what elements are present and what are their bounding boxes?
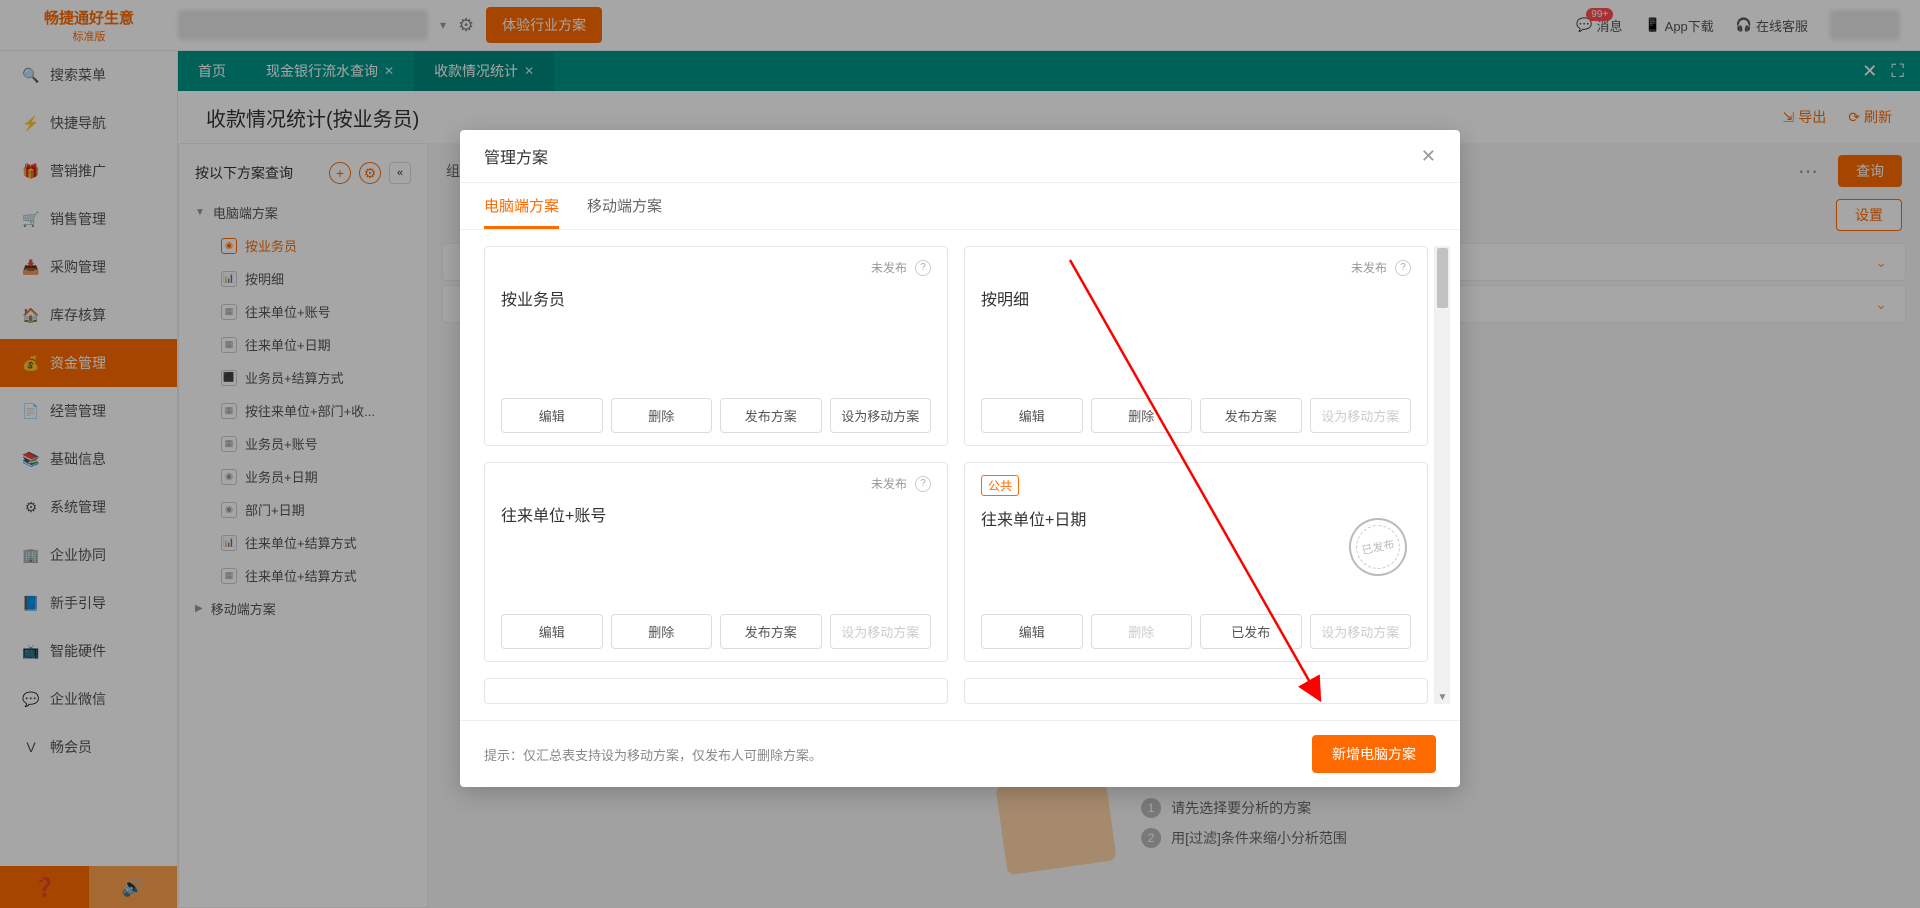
modal-footer: 提示：仅汇总表支持设为移动方案，仅发布人可删除方案。 新增电脑方案 — [460, 720, 1460, 787]
scroll-thumb[interactable] — [1437, 248, 1448, 308]
help-icon[interactable]: ? — [915, 260, 931, 276]
scheme-card-peek — [484, 678, 948, 704]
add-desktop-scheme-button[interactable]: 新增电脑方案 — [1312, 735, 1436, 773]
scheme-card-3: 公共往来单位+日期已发布编辑删除已发布设为移动方案 — [964, 462, 1428, 662]
scheme-card-grid: 未发布?按业务员编辑删除发布方案设为移动方案未发布?按明细编辑删除发布方案设为移… — [484, 246, 1434, 704]
card-setmobile-button: 设为移动方案 — [1310, 398, 1412, 433]
public-tag: 公共 — [981, 475, 1019, 496]
modal-tab-desktop[interactable]: 电脑端方案 — [484, 195, 559, 229]
card-edit-button[interactable]: 编辑 — [501, 614, 603, 649]
scheme-name: 按明细 — [981, 286, 1411, 398]
card-edit-button[interactable]: 编辑 — [981, 398, 1083, 433]
card-publish-button[interactable]: 已发布 — [1200, 614, 1302, 649]
status-tag: 未发布 — [1351, 259, 1387, 276]
modal-scrollbar[interactable]: ▲ ▼ — [1434, 246, 1450, 704]
card-publish-button[interactable]: 发布方案 — [720, 614, 822, 649]
card-delete-button[interactable]: 删除 — [1091, 398, 1193, 433]
help-icon[interactable]: ? — [1395, 260, 1411, 276]
scheme-card-2: 未发布? 往来单位+账号编辑删除发布方案设为移动方案 — [484, 462, 948, 662]
card-publish-button[interactable]: 发布方案 — [1200, 398, 1302, 433]
modal-title: 管理方案 — [484, 144, 1421, 168]
scheme-card-0: 未发布? 按业务员编辑删除发布方案设为移动方案 — [484, 246, 948, 446]
status-tag: 未发布 — [871, 259, 907, 276]
status-tag: 未发布 — [871, 475, 907, 492]
manage-scheme-modal: 管理方案 ✕ 电脑端方案 移动端方案 未发布?按业务员编辑删除发布方案设为移动方… — [460, 130, 1460, 787]
scheme-name: 往来单位+日期 — [981, 506, 1411, 614]
card-delete-button[interactable]: 删除 — [611, 614, 713, 649]
scheme-name: 按业务员 — [501, 286, 931, 398]
modal-body: 未发布?按业务员编辑删除发布方案设为移动方案未发布?按明细编辑删除发布方案设为移… — [460, 230, 1460, 720]
card-delete-button[interactable]: 删除 — [611, 398, 713, 433]
scheme-card-1: 未发布? 按明细编辑删除发布方案设为移动方案 — [964, 246, 1428, 446]
card-setmobile-button: 设为移动方案 — [830, 614, 932, 649]
modal-header: 管理方案 ✕ — [460, 130, 1460, 183]
scroll-down-icon[interactable]: ▼ — [1435, 690, 1450, 704]
modal-tabs: 电脑端方案 移动端方案 — [460, 183, 1460, 230]
modal-close-icon[interactable]: ✕ — [1421, 146, 1436, 167]
card-delete-button: 删除 — [1091, 614, 1193, 649]
modal-footer-hint: 提示：仅汇总表支持设为移动方案，仅发布人可删除方案。 — [484, 745, 1312, 764]
card-publish-button[interactable]: 发布方案 — [720, 398, 822, 433]
modal-tab-mobile[interactable]: 移动端方案 — [587, 195, 662, 229]
scheme-card-peek — [964, 678, 1428, 704]
card-edit-button[interactable]: 编辑 — [981, 614, 1083, 649]
card-setmobile-button[interactable]: 设为移动方案 — [830, 398, 932, 433]
card-edit-button[interactable]: 编辑 — [501, 398, 603, 433]
scheme-name: 往来单位+账号 — [501, 502, 931, 614]
card-setmobile-button: 设为移动方案 — [1310, 614, 1412, 649]
help-icon[interactable]: ? — [915, 476, 931, 492]
